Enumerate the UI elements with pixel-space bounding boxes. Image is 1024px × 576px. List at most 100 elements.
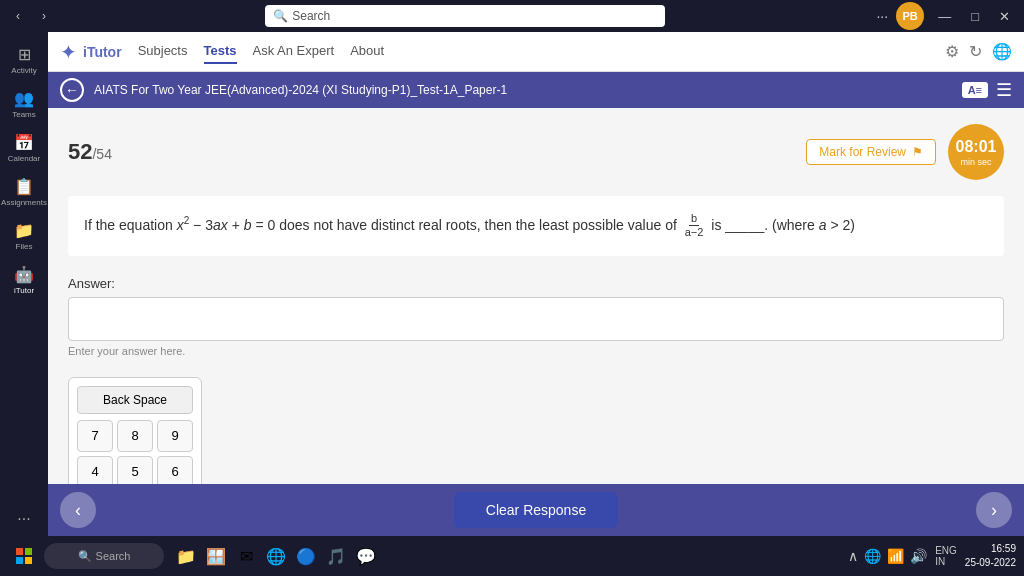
start-btn[interactable] <box>8 540 40 572</box>
taskbar-chrome[interactable]: 🔵 <box>292 542 320 570</box>
title-bar: ‹ › 🔍 Search ··· PB — □ ✕ <box>0 0 1024 32</box>
taskbar-edge[interactable]: 🌐 <box>262 542 290 570</box>
activity-icon: ⊞ <box>18 45 31 64</box>
exam-title: AIATS For Two Year JEE(Advanced)-2024 (X… <box>94 83 952 97</box>
bottom-nav: ‹ Clear Response › <box>48 484 1024 536</box>
answer-section: Answer: Enter your answer here. <box>68 276 1004 357</box>
exam-header: ← AIATS For Two Year JEE(Advanced)-2024 … <box>48 72 1024 108</box>
main-content: 52/54 Mark for Review ⚑ 08:01 min sec If… <box>48 108 1024 536</box>
sidebar-item-teams[interactable]: 👥 Teams <box>4 84 44 124</box>
nav-subjects[interactable]: Subjects <box>138 39 188 64</box>
taskbar-store[interactable]: 🪟 <box>202 542 230 570</box>
timer-badge: 08:01 min sec <box>948 124 1004 180</box>
back-btn[interactable]: ‹ <box>8 6 28 26</box>
settings-icon[interactable]: ⚙ <box>945 42 959 61</box>
backspace-btn[interactable]: Back Space <box>77 386 193 414</box>
exam-right: A≡ ☰ <box>962 79 1012 101</box>
wifi-icon[interactable]: 📶 <box>887 548 904 564</box>
svg-rect-1 <box>25 548 32 555</box>
answer-input[interactable] <box>68 297 1004 341</box>
taskbar-apps: 📁 🪟 ✉ 🌐 🔵 🎵 💬 <box>172 542 380 570</box>
search-bar[interactable]: 🔍 Search <box>265 5 665 27</box>
answer-label: Answer: <box>68 276 1004 291</box>
sidebar-label-files: Files <box>16 242 33 251</box>
nav-links: Subjects Tests Ask An Expert About <box>138 39 385 64</box>
font-size-btn[interactable]: A≡ <box>962 82 988 98</box>
answer-hint: Enter your answer here. <box>68 345 1004 357</box>
menu-icon[interactable]: ☰ <box>996 79 1012 101</box>
mark-review-btn[interactable]: Mark for Review ⚑ <box>806 139 936 165</box>
question-header: 52/54 Mark for Review ⚑ 08:01 min sec <box>68 124 1004 180</box>
refresh-icon[interactable]: ↻ <box>969 42 982 61</box>
svg-rect-0 <box>16 548 23 555</box>
sidebar-item-files[interactable]: 📁 Files <box>4 216 44 256</box>
taskbar-spotify[interactable]: 🎵 <box>322 542 350 570</box>
next-btn[interactable]: › <box>976 492 1012 528</box>
teams-icon: 👥 <box>14 89 34 108</box>
mark-review-label: Mark for Review <box>819 145 906 159</box>
flag-icon: ⚑ <box>912 145 923 159</box>
fraction: b a−2 <box>683 212 706 239</box>
fraction-denominator: a−2 <box>683 226 706 239</box>
keypad-top: Back Space <box>77 386 193 414</box>
search-icon: 🔍 <box>273 9 288 23</box>
close-btn[interactable]: ✕ <box>993 9 1016 24</box>
chevron-up-icon[interactable]: ∧ <box>848 548 858 564</box>
sidebar-item-activity[interactable]: ⊞ Activity <box>4 40 44 80</box>
taskbar: 🔍 Search 📁 🪟 ✉ 🌐 🔵 🎵 💬 ∧ 🌐 📶 🔊 ENGIN 16:… <box>0 536 1024 576</box>
more-icon: ··· <box>876 8 888 24</box>
profile-badge[interactable]: PB <box>896 2 924 30</box>
taskbar-search[interactable]: 🔍 Search <box>44 543 164 569</box>
sidebar-item-assignments[interactable]: 📋 Assignments <box>4 172 44 212</box>
nav-right: ⚙ ↻ 🌐 <box>945 42 1012 61</box>
time-display: 16:59 <box>991 543 1016 554</box>
sidebar-label-itutor: iTutor <box>14 286 34 295</box>
prev-btn[interactable]: ‹ <box>60 492 96 528</box>
taskbar-mail[interactable]: ✉ <box>232 542 260 570</box>
sidebar-item-calendar[interactable]: 📅 Calendar <box>4 128 44 168</box>
question-total: /54 <box>92 146 111 162</box>
nav-about[interactable]: About <box>350 39 384 64</box>
sidebar-label-teams: Teams <box>12 110 36 119</box>
taskbar-teams[interactable]: 💬 <box>352 542 380 570</box>
taskbar-right: ∧ 🌐 📶 🔊 ENGIN 16:59 25-09-2022 <box>848 542 1016 570</box>
key-9[interactable]: 9 <box>157 420 193 452</box>
clear-response-btn[interactable]: Clear Response <box>454 492 618 528</box>
nav-logo: ✦ iTutor <box>60 40 122 64</box>
key-6[interactable]: 6 <box>157 456 193 488</box>
svg-rect-2 <box>16 557 23 564</box>
svg-rect-3 <box>25 557 32 564</box>
key-8[interactable]: 8 <box>117 420 153 452</box>
keypad-row-2: 4 5 6 <box>77 456 193 488</box>
forward-btn[interactable]: › <box>34 6 54 26</box>
sidebar-item-itutor[interactable]: 🤖 iTutor <box>4 260 44 300</box>
timer-time: 08:01 <box>956 137 997 156</box>
calendar-icon: 📅 <box>14 133 34 152</box>
volume-icon[interactable]: 🔊 <box>910 548 927 564</box>
key-7[interactable]: 7 <box>77 420 113 452</box>
minimize-btn[interactable]: — <box>932 9 957 24</box>
nav-ask-expert[interactable]: Ask An Expert <box>253 39 335 64</box>
taskbar-search-text: Search <box>96 550 131 562</box>
key-4[interactable]: 4 <box>77 456 113 488</box>
question-number: 52 <box>68 139 92 164</box>
fraction-numerator: b <box>689 212 699 226</box>
nav-tests[interactable]: Tests <box>204 39 237 64</box>
date-display: 25-09-2022 <box>965 557 1016 568</box>
sidebar-more[interactable]: ··· <box>17 510 30 528</box>
restore-btn[interactable]: □ <box>965 9 985 24</box>
clock: 16:59 25-09-2022 <box>965 542 1016 570</box>
key-5[interactable]: 5 <box>117 456 153 488</box>
exam-back-btn[interactable]: ← <box>60 78 84 102</box>
keypad-row-1: 7 8 9 <box>77 420 193 452</box>
header-right: Mark for Review ⚑ 08:01 min sec <box>806 124 1004 180</box>
logo-icon: ✦ <box>60 40 77 64</box>
taskbar-files[interactable]: 📁 <box>172 542 200 570</box>
network-icon[interactable]: 🌐 <box>864 548 881 564</box>
taskbar-notify: ∧ 🌐 📶 🔊 <box>848 548 927 564</box>
globe-icon[interactable]: 🌐 <box>992 42 1012 61</box>
assignments-icon: 📋 <box>14 177 34 196</box>
top-nav: ✦ iTutor Subjects Tests Ask An Expert Ab… <box>48 32 1024 72</box>
files-icon: 📁 <box>14 221 34 240</box>
left-sidebar: ⊞ Activity 👥 Teams 📅 Calendar 📋 Assignme… <box>0 32 48 536</box>
